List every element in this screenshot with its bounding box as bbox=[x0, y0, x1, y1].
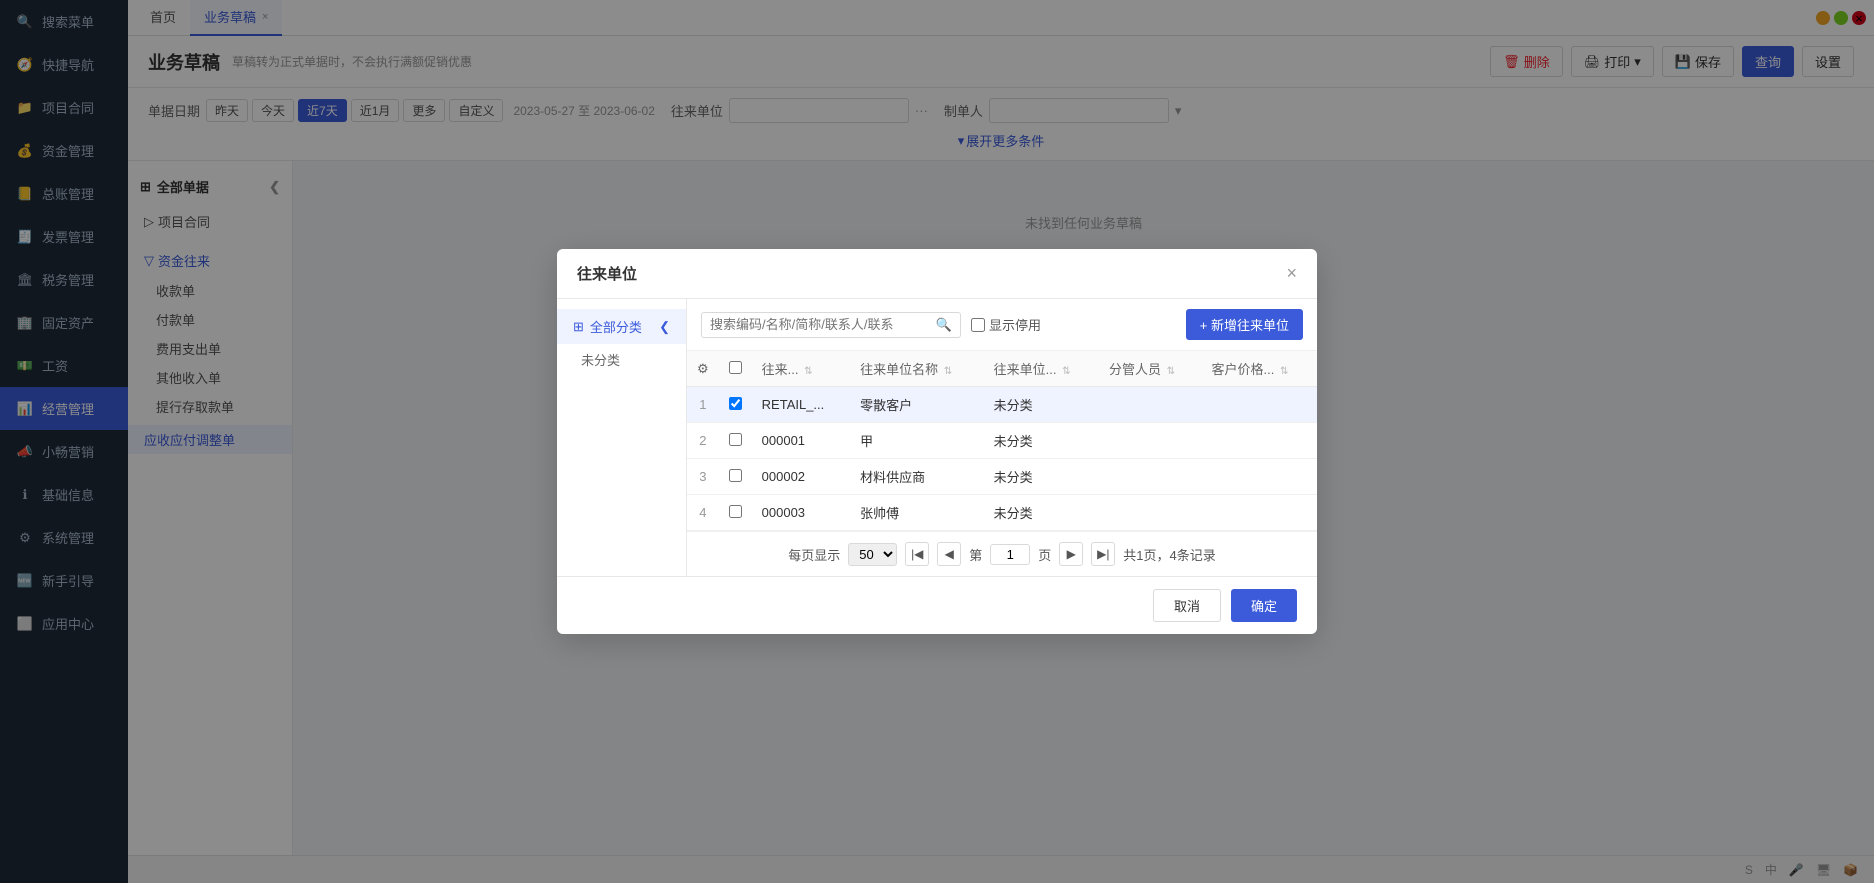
row-num: 3 bbox=[687, 459, 719, 495]
per-page-select[interactable]: 50 bbox=[848, 543, 897, 566]
grid-icon2: ⊞ bbox=[573, 319, 584, 335]
next-page-button[interactable]: ▶ bbox=[1059, 542, 1083, 566]
row-price-level bbox=[1202, 423, 1317, 459]
first-page-button[interactable]: |◀ bbox=[905, 542, 929, 566]
prev-page-button[interactable]: ◀ bbox=[937, 542, 961, 566]
th-name: 往来单位名称 ⇅ bbox=[850, 351, 984, 387]
row-manager bbox=[1099, 495, 1202, 531]
row-code: 000003 bbox=[752, 495, 850, 531]
total-label: 共1页，4条记录 bbox=[1123, 545, 1215, 564]
dialog-header: 往来单位 × bbox=[557, 249, 1317, 299]
cat-item-all[interactable]: ⊞ 全部分类 ❮ bbox=[557, 309, 686, 344]
dialog-title: 往来单位 bbox=[577, 263, 637, 284]
select-all-checkbox[interactable] bbox=[729, 361, 742, 374]
dialog-footer: 取消 确定 bbox=[557, 576, 1317, 634]
row-category: 未分类 bbox=[984, 459, 1099, 495]
row-manager bbox=[1099, 459, 1202, 495]
dialog-close-button[interactable]: × bbox=[1286, 263, 1297, 284]
pagination: 每页显示 50 |◀ ◀ 第 页 ▶ ▶| 共1页，4条记录 bbox=[687, 531, 1317, 576]
dialog-right: 🔍 显示停用 + 新增往来单位 ⚙ bbox=[687, 299, 1317, 576]
row-category: 未分类 bbox=[984, 387, 1099, 423]
table-row[interactable]: 4 000003 张帅傅 未分类 bbox=[687, 495, 1317, 531]
table-row[interactable]: 2 000001 甲 未分类 bbox=[687, 423, 1317, 459]
row-code: RETAIL_... bbox=[752, 387, 850, 423]
row-code: 000002 bbox=[752, 459, 850, 495]
row-checkbox-cell bbox=[719, 423, 752, 459]
row-name: 甲 bbox=[850, 423, 984, 459]
search-box: 🔍 bbox=[701, 312, 961, 338]
row-name: 张帅傅 bbox=[850, 495, 984, 531]
dialog-body: ⊞ 全部分类 ❮ 未分类 🔍 显示停用 bbox=[557, 299, 1317, 576]
show-disabled-checkbox[interactable] bbox=[971, 318, 985, 332]
row-price-level bbox=[1202, 495, 1317, 531]
row-price-level bbox=[1202, 387, 1317, 423]
search-input[interactable] bbox=[710, 317, 930, 332]
row-checkbox[interactable] bbox=[729, 469, 742, 482]
row-num: 2 bbox=[687, 423, 719, 459]
page-unit: 页 bbox=[1038, 545, 1051, 564]
row-checkbox-cell bbox=[719, 495, 752, 531]
per-page-label: 每页显示 bbox=[788, 545, 840, 564]
collapse-cat-icon: ❮ bbox=[659, 319, 670, 335]
row-checkbox[interactable] bbox=[729, 505, 742, 518]
th-checkbox bbox=[719, 351, 752, 387]
row-name: 零散客户 bbox=[850, 387, 984, 423]
th-manager: 分管人员 ⇅ bbox=[1099, 351, 1202, 387]
th-code: 往来... ⇅ bbox=[752, 351, 850, 387]
row-checkbox-cell bbox=[719, 459, 752, 495]
row-name: 材料供应商 bbox=[850, 459, 984, 495]
confirm-button[interactable]: 确定 bbox=[1231, 589, 1297, 622]
row-code: 000001 bbox=[752, 423, 850, 459]
dialog-overlay: 往来单位 × ⊞ 全部分类 ❮ 未分类 🔍 bbox=[0, 0, 1874, 883]
row-num: 1 bbox=[687, 387, 719, 423]
table-row[interactable]: 3 000002 材料供应商 未分类 bbox=[687, 459, 1317, 495]
page-input[interactable] bbox=[990, 544, 1030, 565]
add-partner-button[interactable]: + 新增往来单位 bbox=[1186, 309, 1303, 340]
dialog-categories: ⊞ 全部分类 ❮ 未分类 bbox=[557, 299, 687, 576]
row-num: 4 bbox=[687, 495, 719, 531]
th-category: 往来单位... ⇅ bbox=[984, 351, 1099, 387]
show-disabled-toggle[interactable]: 显示停用 bbox=[971, 315, 1041, 334]
dialog: 往来单位 × ⊞ 全部分类 ❮ 未分类 🔍 bbox=[557, 249, 1317, 634]
row-manager bbox=[1099, 387, 1202, 423]
row-checkbox-cell bbox=[719, 387, 752, 423]
cancel-button[interactable]: 取消 bbox=[1153, 589, 1221, 622]
row-manager bbox=[1099, 423, 1202, 459]
th-price: 客户价格... ⇅ bbox=[1202, 351, 1317, 387]
table-row[interactable]: 1 RETAIL_... 零散客户 未分类 bbox=[687, 387, 1317, 423]
th-settings: ⚙ bbox=[687, 351, 719, 387]
dialog-toolbar: 🔍 显示停用 + 新增往来单位 bbox=[687, 299, 1317, 351]
row-checkbox[interactable] bbox=[729, 397, 742, 410]
last-page-button[interactable]: ▶| bbox=[1091, 542, 1115, 566]
row-category: 未分类 bbox=[984, 423, 1099, 459]
row-checkbox[interactable] bbox=[729, 433, 742, 446]
search-icon2: 🔍 bbox=[936, 317, 952, 333]
row-price-level bbox=[1202, 459, 1317, 495]
data-table: ⚙ 往来... ⇅ 往来单位名称 ⇅ 往来单位... ⇅ 分管人员 ⇅ 客户价格… bbox=[687, 351, 1317, 531]
page-text: 第 bbox=[969, 545, 982, 564]
cat-item-unclassified[interactable]: 未分类 bbox=[557, 344, 686, 375]
row-category: 未分类 bbox=[984, 495, 1099, 531]
